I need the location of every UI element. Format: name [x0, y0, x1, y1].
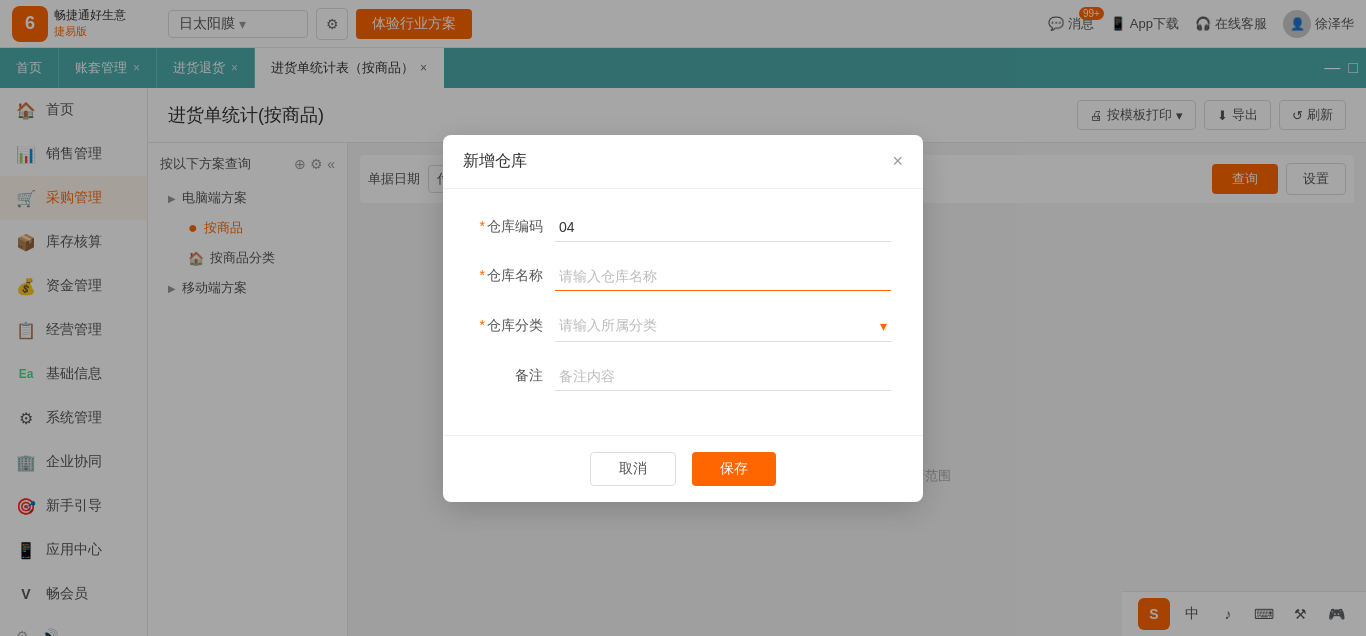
remark-input[interactable]	[555, 362, 891, 391]
modal-footer: 取消 保存	[443, 435, 923, 502]
category-label: 仓库分类	[475, 317, 555, 335]
form-row-name: 仓库名称	[475, 262, 891, 291]
modal-close-button[interactable]: ×	[892, 151, 903, 172]
name-label: 仓库名称	[475, 267, 555, 285]
code-label: 仓库编码	[475, 218, 555, 236]
cancel-button[interactable]: 取消	[590, 452, 676, 486]
modal-body: 仓库编码 仓库名称 仓库分类 请输入所属分类 ▾ 备注	[443, 189, 923, 435]
remark-label: 备注	[475, 367, 555, 385]
code-input[interactable]	[555, 213, 891, 242]
new-warehouse-modal: 新增仓库 × 仓库编码 仓库名称 仓库分类 请输入所属分类 ▾	[443, 135, 923, 502]
category-select[interactable]: 请输入所属分类 ▾	[555, 311, 891, 342]
modal-title: 新增仓库	[463, 151, 527, 172]
save-button[interactable]: 保存	[692, 452, 776, 486]
name-input[interactable]	[555, 262, 891, 291]
form-row-code: 仓库编码	[475, 213, 891, 242]
category-chevron-icon: ▾	[880, 318, 887, 334]
modal-overlay[interactable]: 新增仓库 × 仓库编码 仓库名称 仓库分类 请输入所属分类 ▾	[0, 0, 1366, 636]
form-row-category: 仓库分类 请输入所属分类 ▾	[475, 311, 891, 342]
form-row-remark: 备注	[475, 362, 891, 391]
category-placeholder: 请输入所属分类	[559, 317, 657, 335]
modal-header: 新增仓库 ×	[443, 135, 923, 189]
